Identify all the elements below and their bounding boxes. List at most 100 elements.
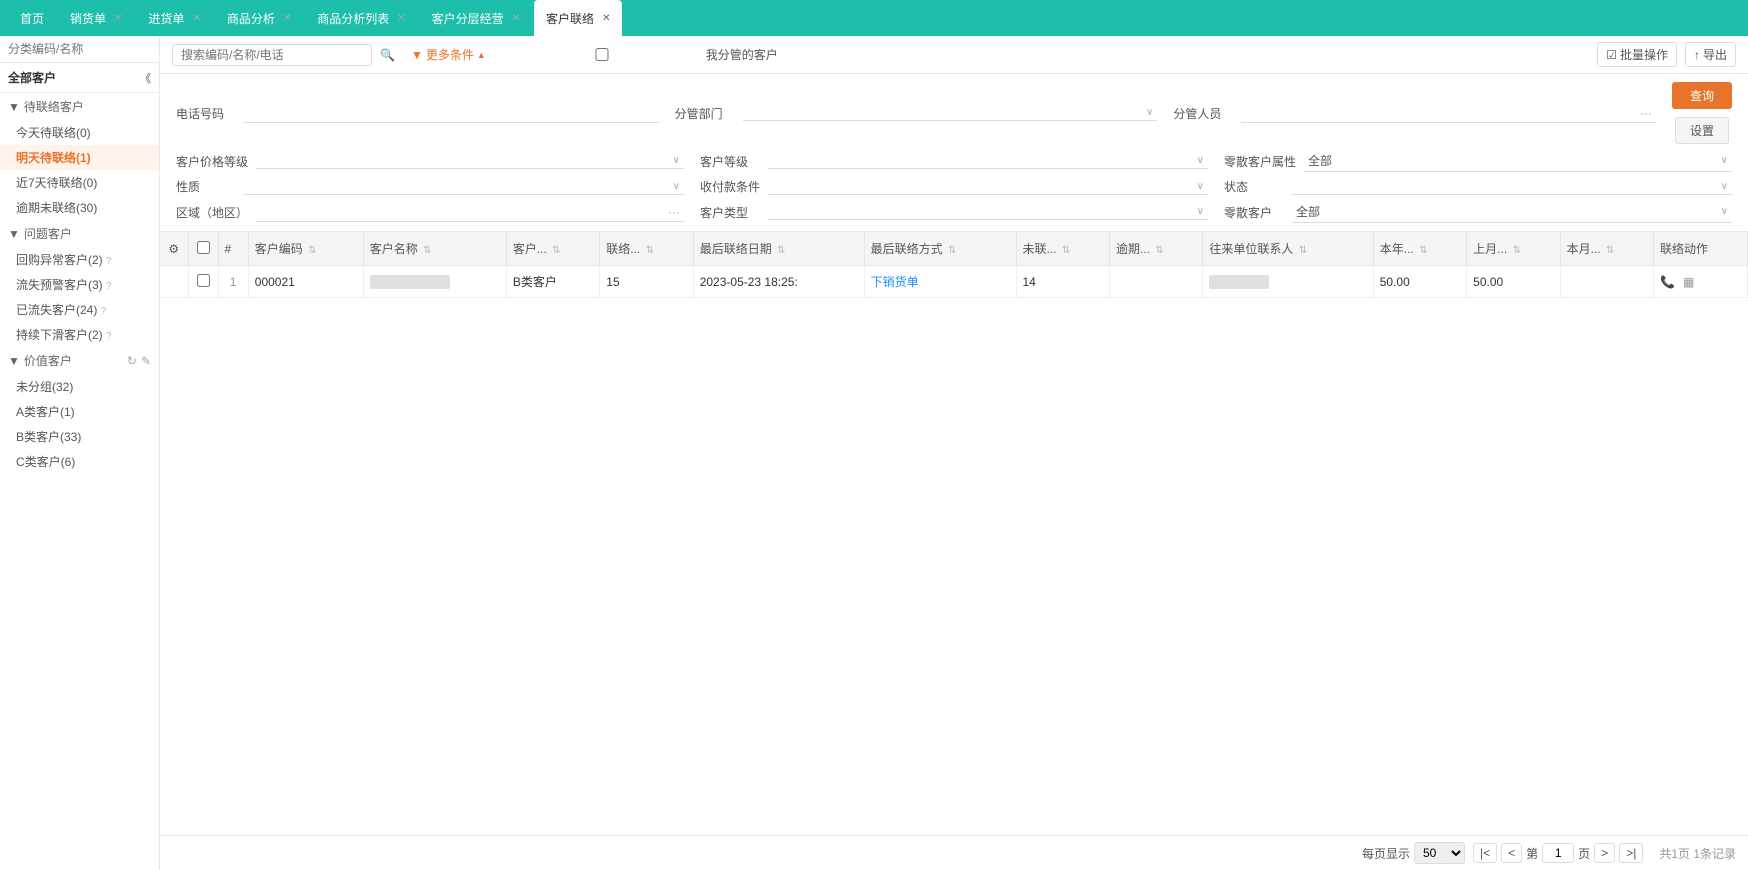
phone-action-icon[interactable]: 📞	[1660, 275, 1675, 289]
sidebar-item-class-a[interactable]: A类客户(1)	[0, 399, 159, 424]
nature-caret-icon: ∨	[673, 181, 680, 192]
nav-product-analysis-list[interactable]: 商品分析列表 ✕	[305, 0, 417, 36]
prev-page-btn[interactable]: <	[1501, 843, 1522, 863]
more-conditions-btn[interactable]: ▼ 更多条件 ▲	[403, 43, 494, 66]
caret-up-icon: ▲	[477, 50, 486, 60]
phone-input[interactable]	[244, 106, 659, 120]
sidebar-search-area: 🔍	[0, 36, 159, 63]
price-caret-icon: ∨	[673, 155, 680, 166]
col-overdue: 逾期... ⇅	[1109, 232, 1202, 266]
edit-icon[interactable]: ✎	[141, 354, 151, 368]
col-this-month: 本月... ⇅	[1560, 232, 1653, 266]
page-input[interactable]	[1542, 843, 1574, 863]
status-label: 状态	[1224, 178, 1284, 195]
row-action-icons: 📞 ▦	[1654, 266, 1748, 298]
select-all-checkbox[interactable]	[197, 241, 210, 254]
filter-field-customer-level: 客户等级 ∨	[700, 153, 1208, 170]
customer-type-label: 客户类型	[700, 204, 760, 221]
last-page-btn[interactable]: >|	[1619, 843, 1643, 863]
nav-purchase-order[interactable]: 进货单 ✕	[136, 0, 212, 36]
row-overdue	[1109, 266, 1202, 298]
nature-select[interactable]: ∨	[244, 179, 684, 195]
sidebar-item-class-c[interactable]: C类客户(6)	[0, 449, 159, 474]
region-label: 区域（地区）	[176, 204, 248, 221]
first-page-btn[interactable]: |<	[1473, 843, 1497, 863]
region-more-icon[interactable]: ···	[668, 205, 680, 219]
nav-customer-contact[interactable]: 客户联络 ✕	[534, 0, 622, 36]
sidebar-item-7day-contact[interactable]: 近7天待联络(0)	[0, 170, 159, 195]
close-product-analysis-icon[interactable]: ✕	[283, 13, 291, 24]
customer-type-select[interactable]: ∨	[768, 204, 1208, 220]
sidebar-item-tomorrow-contact[interactable]: 明天待联络(1)	[0, 145, 159, 170]
last-contact-link[interactable]: 下销货单	[871, 275, 919, 289]
payment-label: 收付款条件	[700, 178, 760, 195]
query-button[interactable]: 查询	[1672, 82, 1732, 109]
sidebar-item-repurchase-abnormal[interactable]: 回购异常客户(2) ?	[0, 247, 159, 272]
export-btn[interactable]: ↑ 导出	[1685, 42, 1736, 67]
person-more-icon[interactable]: ···	[1640, 106, 1652, 120]
page-size-dropdown[interactable]: 50 100 200	[1414, 842, 1465, 864]
payment-select[interactable]: ∨	[768, 179, 1208, 195]
close-customer-tier-icon[interactable]: ✕	[512, 13, 520, 24]
nav-customer-tier[interactable]: 客户分层经营 ✕	[420, 0, 532, 36]
filter-field-price-level: 客户价格等级 ∨	[176, 153, 684, 170]
person-select[interactable]: ···	[1241, 104, 1656, 123]
sidebar-group-pending[interactable]: ▼ 待联络客户	[0, 93, 159, 120]
level-caret-icon: ∨	[1197, 155, 1204, 166]
sidebar-item-class-b[interactable]: B类客户(33)	[0, 424, 159, 449]
sidebar-group-value[interactable]: ▼ 价值客户 ↻ ✎	[0, 347, 159, 374]
col-num: #	[218, 232, 248, 266]
arrow-problem-icon: ▼	[8, 227, 20, 241]
price-level-select[interactable]: ∨	[256, 153, 684, 169]
row-code: 000021	[248, 266, 363, 298]
sidebar-all-customers[interactable]: 全部客户 《	[0, 63, 159, 93]
more-action-icon[interactable]: ▦	[1683, 275, 1694, 289]
row-num: 1	[218, 266, 248, 298]
sidebar-item-churn-warning[interactable]: 流失预警客户(3) ?	[0, 272, 159, 297]
close-customer-contact-icon[interactable]: ✕	[602, 13, 610, 24]
filter-actions: 查询 设置	[1672, 82, 1732, 144]
sidebar-item-ungrouped[interactable]: 未分组(32)	[0, 374, 159, 399]
row-last-contact-date: 2023-05-23 18:25:	[693, 266, 864, 298]
dept-select[interactable]: ∨	[743, 105, 1158, 121]
sidebar-item-declining[interactable]: 持续下滑客户(2) ?	[0, 322, 159, 347]
table-row: 1 000021 B类客户 15 2023-05-23 18:25: 下销货单 …	[160, 266, 1748, 298]
nav-home[interactable]: 首页	[8, 0, 56, 36]
row-select-checkbox[interactable]	[197, 274, 210, 287]
reset-button[interactable]: 设置	[1675, 117, 1729, 144]
person-label: 分管人员	[1173, 105, 1233, 122]
sidebar-item-churned[interactable]: 已流失客户(24) ?	[0, 297, 159, 322]
region-select[interactable]: ···	[256, 203, 684, 222]
settings-icon[interactable]: ⚙	[168, 242, 179, 256]
retail-attr-select[interactable]: 全部 ∨	[1304, 150, 1732, 172]
close-purchase-order-icon[interactable]: ✕	[192, 13, 200, 24]
table-header-row: ⚙ # 客户编码 ⇅ 客户名称 ⇅ 客户... ⇅ 联络... ⇅ 最后联络日期…	[160, 232, 1748, 266]
status-select[interactable]: ∨	[1292, 179, 1732, 195]
table-footer: 每页显示 50 100 200 |< < 第 页 > >| 共1页 1条记录	[160, 835, 1748, 870]
content-area: 🔍 ▼ 更多条件 ▲ 我分管的客户 ☑ 批量操作 ↑ 导出	[160, 36, 1748, 870]
close-product-analysis-list-icon[interactable]: ✕	[397, 13, 405, 24]
nav-product-analysis[interactable]: 商品分析 ✕	[215, 0, 303, 36]
close-sales-order-icon[interactable]: ✕	[114, 13, 122, 24]
payment-caret-icon: ∨	[1197, 181, 1204, 192]
retail-customer-select[interactable]: 全部 ∨	[1292, 201, 1732, 223]
my-customers-checkbox[interactable]	[502, 48, 702, 61]
filter-field-region: 区域（地区） ···	[176, 203, 684, 222]
nav-sales-order[interactable]: 销货单 ✕	[58, 0, 134, 36]
sidebar-group-problem[interactable]: ▼ 问题客户	[0, 220, 159, 247]
sidebar-search-input[interactable]	[8, 42, 160, 56]
refresh-icon[interactable]: ↻	[127, 354, 137, 368]
filter-field-dept: 分管部门 ∨	[675, 105, 1158, 122]
row-last-month: 50.00	[1467, 266, 1560, 298]
batch-op-btn[interactable]: ☑ 批量操作	[1597, 42, 1677, 67]
sidebar-item-overdue-contact[interactable]: 逾期未联络(30)	[0, 195, 159, 220]
next-page-btn[interactable]: >	[1594, 843, 1615, 863]
row-contact-count: 15	[600, 266, 693, 298]
customer-level-select[interactable]: ∨	[768, 153, 1208, 169]
search-input[interactable]	[172, 44, 372, 66]
sidebar-item-today-contact[interactable]: 今天待联络(0)	[0, 120, 159, 145]
my-customers-checkbox-label[interactable]: 我分管的客户	[502, 46, 778, 63]
row-last-contact-method: 下销货单	[864, 266, 1016, 298]
search-bar-icon[interactable]: 🔍	[380, 48, 395, 62]
sidebar-collapse-icon[interactable]: 《	[140, 70, 151, 86]
